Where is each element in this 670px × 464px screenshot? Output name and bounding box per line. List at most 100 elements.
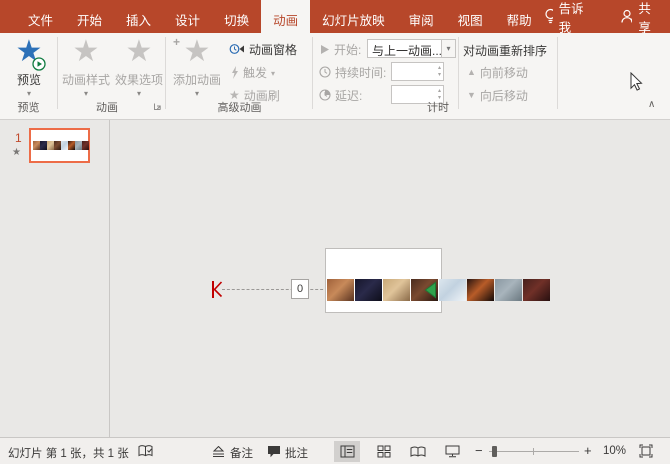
group-label-advanced-animation: 高级动画 <box>217 102 262 114</box>
group-label-animation: 动画 <box>96 102 118 114</box>
filmstrip-tile-warm-portraits[interactable] <box>327 279 354 301</box>
preview-dropdown-caret-icon[interactable] <box>4 89 54 98</box>
slide-sorter-view-button[interactable] <box>371 441 397 462</box>
filmstrip-tile-fire-scene <box>68 141 75 150</box>
spell-check-icon[interactable] <box>138 444 154 461</box>
share-person-icon <box>621 9 633 23</box>
tab-slideshow[interactable]: 幻灯片放映 <box>310 0 397 33</box>
filmstrip-tile-warm-portraits <box>33 141 40 150</box>
add-animation-button: ★ + 添加动画 <box>170 35 224 98</box>
fit-slide-to-window-icon[interactable] <box>639 444 653 461</box>
duration-clock-icon <box>319 66 331 78</box>
zoom-out-button[interactable]: − <box>475 443 483 458</box>
duration-label: 持续时间: <box>335 65 387 80</box>
collapse-ribbon-chevron-icon[interactable] <box>648 99 655 110</box>
filmstrip-tile-beige-figures[interactable] <box>383 279 410 301</box>
group-divider <box>165 37 166 109</box>
mouse-cursor <box>630 71 644 97</box>
tell-me-button[interactable]: 告诉我 <box>544 0 585 36</box>
comments-button[interactable]: 批注 <box>285 445 308 461</box>
normal-view-icon <box>340 445 354 458</box>
effect-options-label: 效果选项 <box>114 73 163 87</box>
filmstrip-tile-dark-crowd <box>54 141 61 150</box>
motion-path-end-arrow-icon[interactable] <box>211 280 223 304</box>
filmstrip-tile-fire-scene[interactable] <box>467 279 494 301</box>
preview-play-icon <box>32 57 46 74</box>
effect-options-star-icon: ★ <box>125 35 153 68</box>
filmstrip-tile-dark-red-group[interactable] <box>523 279 550 301</box>
preview-button-label: 预览 <box>16 73 41 87</box>
add-animation-plus-icon: + <box>173 35 181 49</box>
preview-button[interactable]: ★ 预览 <box>4 35 54 98</box>
start-play-icon <box>321 44 329 54</box>
slide-thumbnail-panel: 1 <box>0 120 110 437</box>
reorder-animation-title: 对动画重新排序 <box>463 44 548 58</box>
ribbon-tab-bar: 文件 开始 插入 设计 切换 动画 幻灯片放映 审阅 视图 帮助 告诉我 共享 <box>0 0 670 36</box>
move-earlier-button: ▲ 向前移动 <box>467 63 528 81</box>
zoom-slider-handle[interactable] <box>492 446 497 457</box>
powerpoint-window: 文件开始插入设计切换动画幻灯片放映审阅视图帮助 告诉我 共享 <box>0 0 670 464</box>
animation-pane-icon <box>229 44 244 54</box>
comments-icon <box>267 445 281 461</box>
filmstrip-tile-snow-pair[interactable] <box>439 279 466 301</box>
share-button[interactable]: 共享 <box>620 0 656 36</box>
tell-me-label: 告诉我 <box>558 1 584 35</box>
status-bar: 幻灯片 第 1 张，共 1 张 备注 批注 − + 10% <box>0 437 670 464</box>
reading-view-button[interactable] <box>405 441 431 462</box>
trigger-lightning-icon <box>232 65 238 79</box>
slide-info: 幻灯片 第 1 张，共 1 张 <box>8 448 129 460</box>
tab-view[interactable]: 视图 <box>446 0 495 33</box>
trigger-button: 触发 <box>231 63 275 81</box>
filmstrip-image[interactable] <box>327 279 550 301</box>
lightbulb-icon <box>545 8 553 24</box>
duration-spinner <box>391 62 444 81</box>
share-label: 共享 <box>638 1 651 35</box>
tab-file[interactable]: 文件 <box>16 0 65 33</box>
zoom-in-button[interactable]: + <box>584 443 592 458</box>
tab-review[interactable]: 审阅 <box>397 0 446 33</box>
start-combobox-arrow-icon[interactable] <box>442 39 456 58</box>
slide-canvas[interactable]: 0 <box>111 120 670 437</box>
thumbnail-filmstrip <box>33 141 89 150</box>
start-label: 开始: <box>334 42 362 57</box>
animation-order-badge[interactable]: 0 <box>291 279 309 299</box>
preview-star-icon: ★ <box>15 35 43 68</box>
reading-view-icon <box>410 446 426 457</box>
start-combobox[interactable]: 与上一动画... <box>367 39 442 58</box>
normal-view-button[interactable] <box>334 441 360 462</box>
slideshow-icon <box>445 445 459 458</box>
group-label-preview: 预览 <box>17 102 40 114</box>
trigger-caret-icon <box>271 65 275 79</box>
tab-design[interactable]: 设计 <box>163 0 212 33</box>
animation-styles-star-icon: ★ <box>72 35 100 68</box>
slide-animation-star-icon <box>12 147 21 158</box>
animation-pane-button[interactable]: 动画窗格 <box>229 40 297 58</box>
notes-button[interactable]: 备注 <box>230 445 253 461</box>
motion-path-start-arrow-icon[interactable] <box>423 281 437 304</box>
filmstrip-tile-snow-pair <box>61 141 68 150</box>
filmstrip-tile-dark-red-group <box>82 141 89 150</box>
trigger-label: 触发 <box>243 65 268 80</box>
move-later-label: 向后移动 <box>479 88 528 103</box>
tab-home[interactable]: 开始 <box>65 0 114 33</box>
tabbar-right: 告诉我 共享 <box>544 0 670 36</box>
duration-spin-down-icon <box>438 71 441 79</box>
filmstrip-tile-dark-night-scene[interactable] <box>355 279 382 301</box>
group-divider <box>458 37 459 109</box>
filmstrip-tile-beige-figures <box>47 141 54 150</box>
group-divider <box>557 37 558 109</box>
slide-sorter-icon <box>377 445 391 458</box>
move-later-button: ▼ 向后移动 <box>467 86 528 104</box>
tab-help[interactable]: 帮助 <box>495 0 544 33</box>
tab-animations[interactable]: 动画 <box>261 0 311 33</box>
slideshow-view-button[interactable] <box>439 441 465 462</box>
tab-insert[interactable]: 插入 <box>114 0 163 33</box>
move-earlier-label: 向前移动 <box>479 65 528 80</box>
zoom-level[interactable]: 10% <box>603 445 626 457</box>
slide-thumbnail[interactable] <box>29 128 90 163</box>
notes-icon <box>212 445 225 460</box>
zoom-slider-track[interactable] <box>489 451 579 452</box>
filmstrip-tile-mountain-scene[interactable] <box>495 279 522 301</box>
animation-dialog-launcher-icon[interactable] <box>153 100 162 114</box>
tab-transitions[interactable]: 切换 <box>212 0 261 33</box>
